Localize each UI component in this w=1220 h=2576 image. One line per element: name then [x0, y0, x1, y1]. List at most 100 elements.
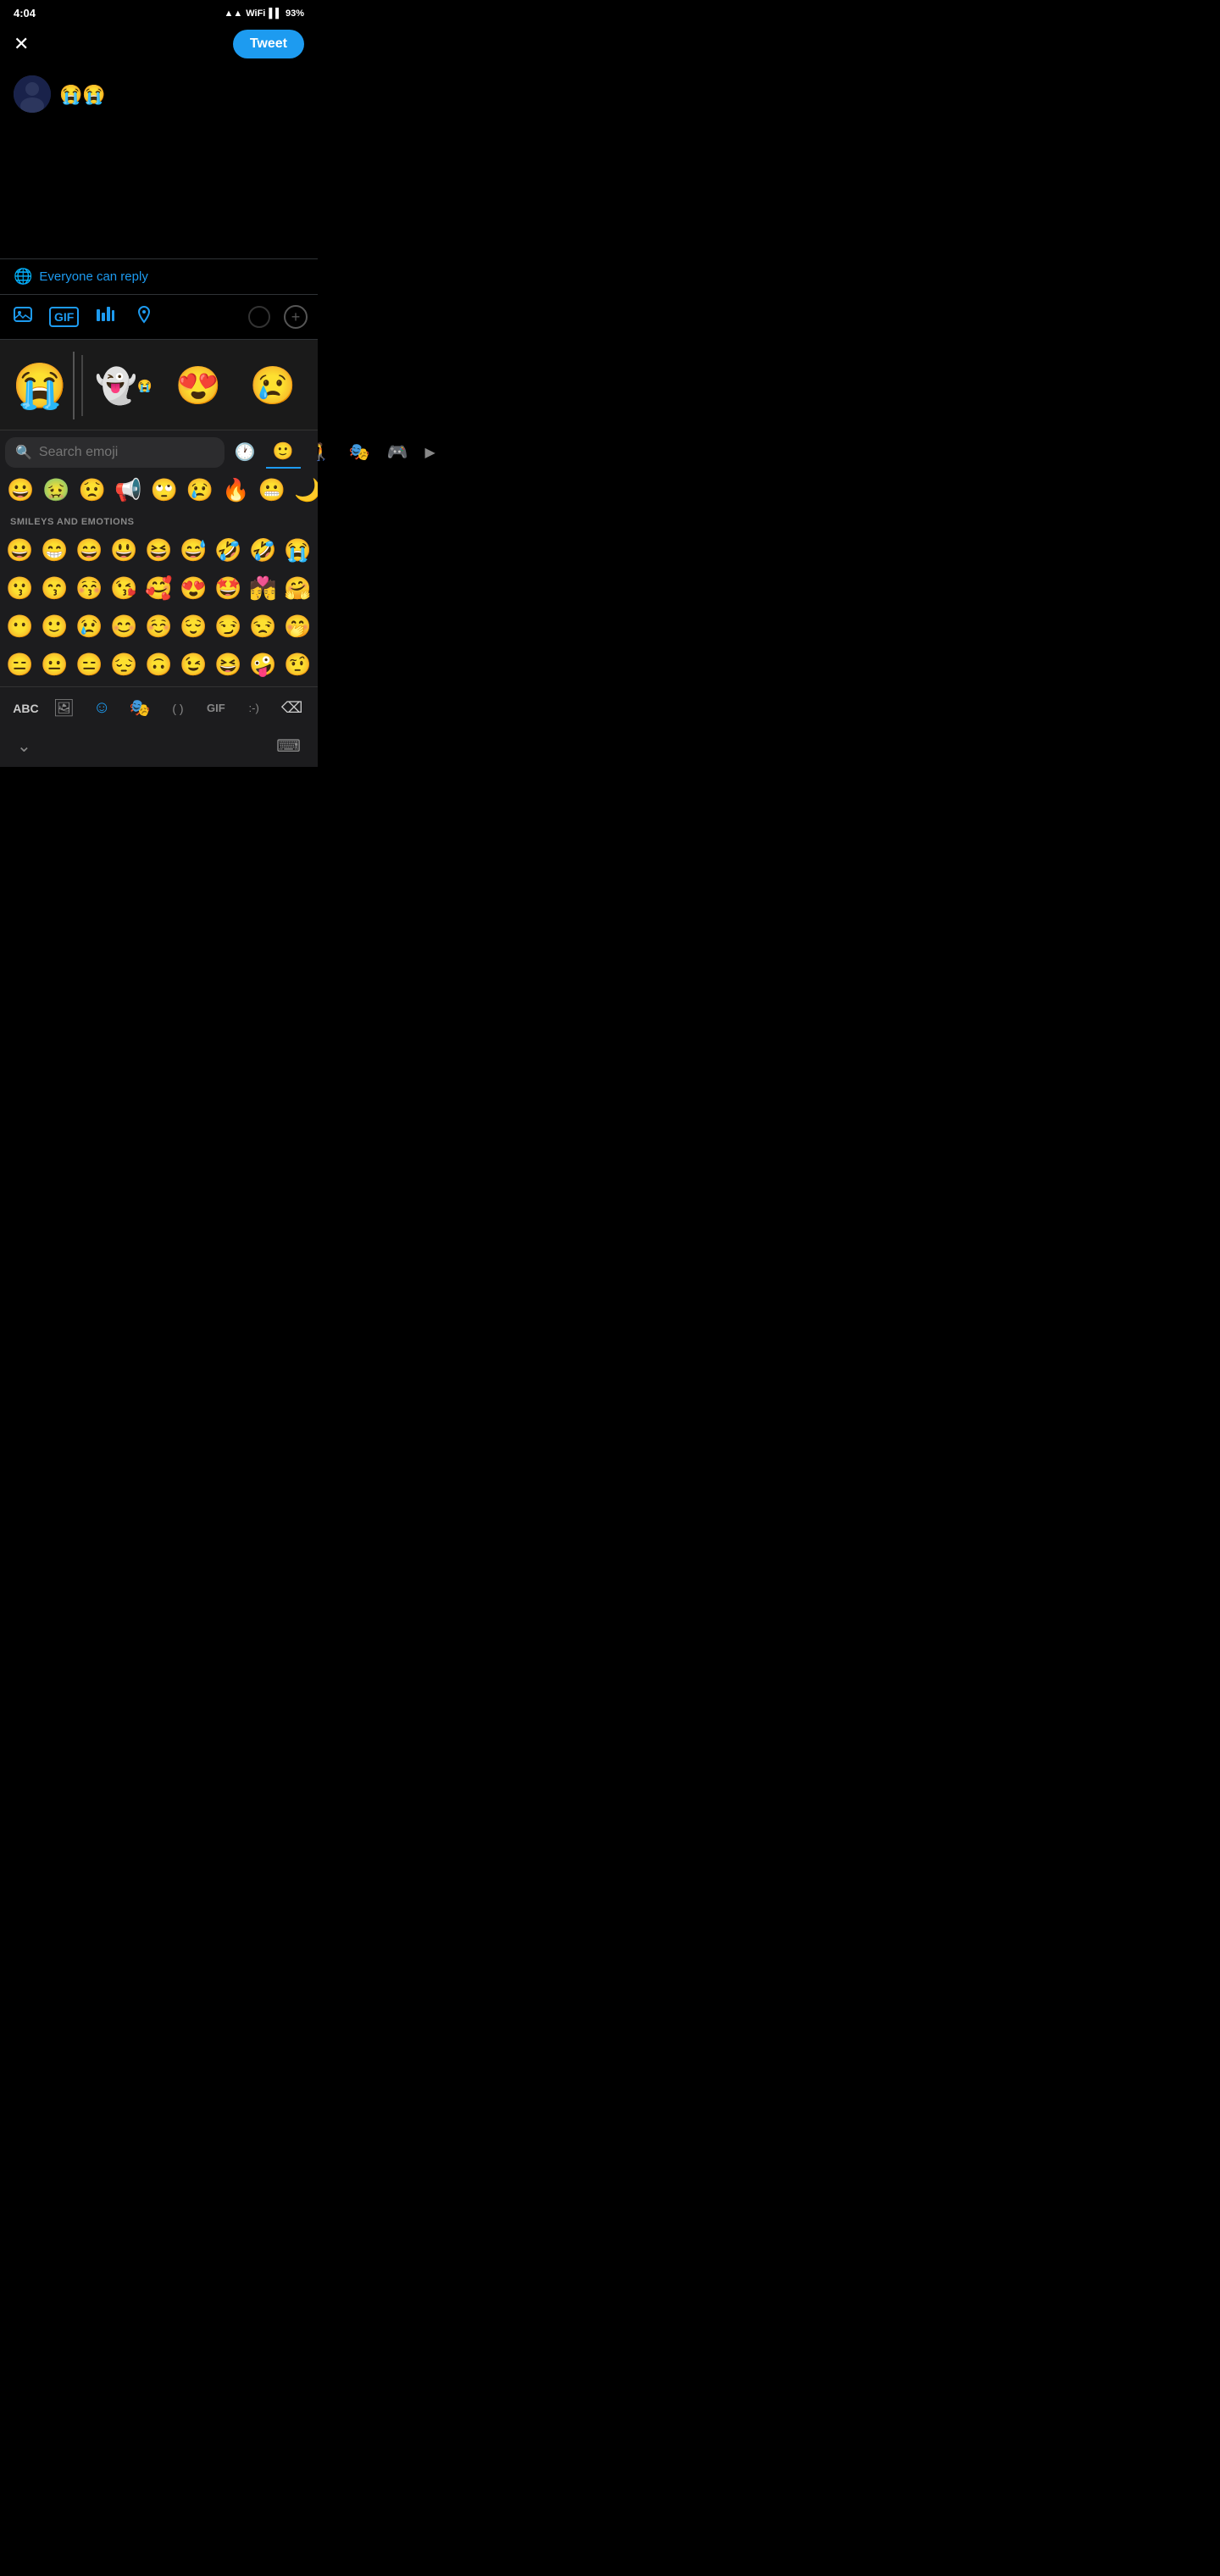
recent-emoji-3[interactable]: 😟: [75, 474, 109, 507]
emoji-search-input[interactable]: [39, 445, 214, 460]
emoji-sticker-panel: 😭 👻😭 😍 😢 😡: [0, 340, 318, 430]
recent-emoji-4[interactable]: 📢: [111, 474, 145, 507]
recent-emoji-7[interactable]: 🔥: [219, 474, 252, 507]
sticker-heart-eyes-crying[interactable]: 😍: [164, 352, 232, 419]
emoji-squinting[interactable]: 😆: [212, 647, 245, 683]
tab-more[interactable]: ▶: [418, 439, 441, 466]
emoji-wink[interactable]: 😉: [177, 647, 210, 683]
emoji-category-label: SMILEYS AND EMOTIONS: [0, 512, 318, 529]
compose-toolbar: GIF +: [0, 295, 318, 340]
search-icon: 🔍: [15, 444, 32, 461]
keyboard-bottom-toolbar: ABC 🖼 ☺ 🎭 ( ) GIF :-) ⌫: [0, 686, 318, 729]
poll-button[interactable]: [92, 302, 118, 332]
status-icons: ▲▲ WiFi ▌▌ 93%: [224, 8, 304, 19]
emoji-hand-mouth[interactable]: 🤭: [281, 608, 314, 645]
emoji-rolling-laugh[interactable]: 🤣: [247, 532, 280, 569]
emoji-zany[interactable]: 🤪: [247, 647, 280, 683]
emoji-smirk[interactable]: 😏: [212, 608, 245, 645]
gif-label-button[interactable]: GIF: [197, 697, 235, 719]
location-button[interactable]: [131, 302, 157, 332]
tweet-text[interactable]: 😭😭: [59, 82, 304, 108]
emoji-grid: 😀 😁 😄 😃 😆 😅 🤣 🤣 😭 😗 😙 😚 😘 🥰 😍 🤩 💏 🤗 😶 🙂 …: [0, 529, 318, 686]
emoji-star-struck[interactable]: 🤩: [212, 570, 245, 607]
delete-button[interactable]: ⌫: [273, 694, 311, 722]
sticker-row: 😭 👻😭 😍 😢 😡: [7, 348, 311, 423]
emoji-slightly-smiling[interactable]: 🙂: [38, 608, 71, 645]
gif-kb-button[interactable]: 🎭: [121, 692, 159, 724]
tab-activities[interactable]: 🎭: [342, 436, 377, 468]
emoji-hugging[interactable]: 🤗: [281, 570, 314, 607]
emoji-cry-tear[interactable]: 😢: [73, 608, 106, 645]
emoji-keyboard: 🔍 🕐 🙂 🚶 🎭 🎮 ▶ 😀 🤢 😟 📢 🙄 😢 🔥 😬 🌙 SMILEYS …: [0, 430, 318, 729]
tab-smileys[interactable]: 🙂: [266, 436, 301, 469]
recent-emoji-6[interactable]: 😢: [183, 474, 217, 507]
tab-objects[interactable]: 🎮: [380, 436, 415, 468]
recent-emoji-8[interactable]: 😬: [255, 474, 289, 507]
emoji-smiling-hearts[interactable]: 🥰: [142, 570, 175, 607]
tab-people[interactable]: 🚶: [304, 436, 339, 468]
tweet-content[interactable]: 😭😭: [59, 75, 304, 113]
recent-emoji-5[interactable]: 🙄: [147, 474, 181, 507]
emoji-squint-laugh[interactable]: 😆: [142, 532, 175, 569]
status-time: 4:04: [14, 7, 36, 19]
emoji-no-mouth[interactable]: 😶: [3, 608, 36, 645]
emoji-couple-kiss[interactable]: 💏: [247, 570, 280, 607]
emoji-beaming[interactable]: 😁: [38, 532, 71, 569]
recent-emoji-1[interactable]: 😀: [3, 474, 37, 507]
image-button[interactable]: [10, 302, 36, 332]
emoji-search-bar[interactable]: 🔍: [5, 437, 225, 468]
battery-icon: 93%: [286, 8, 304, 19]
emoji-pensive[interactable]: 😔: [108, 647, 141, 683]
emoji-big-grin[interactable]: 😃: [108, 532, 141, 569]
reply-setting-text: Everyone can reply: [39, 269, 147, 284]
emoji-unamused[interactable]: 😒: [247, 608, 280, 645]
bottom-bar: ⌄ ⌨: [0, 729, 318, 767]
signal-icon: ▌▌: [269, 8, 282, 19]
emoticon-button[interactable]: :-): [235, 697, 273, 719]
emoji-expressionless[interactable]: 😑: [3, 647, 36, 683]
emoji-relieved[interactable]: 😌: [177, 608, 210, 645]
gif-button[interactable]: GIF: [49, 307, 79, 327]
sticker-ghost-crying[interactable]: 👻😭: [90, 352, 158, 419]
compose-space[interactable]: [0, 123, 318, 258]
emoji-smiling[interactable]: 😊: [108, 608, 141, 645]
reply-setting[interactable]: 🌐 Everyone can reply: [0, 258, 318, 295]
emoji-grin[interactable]: 😄: [73, 532, 106, 569]
network-icon: ▲▲: [224, 8, 242, 19]
emoji-kb-button[interactable]: ☺: [83, 693, 121, 723]
collapse-button[interactable]: ⌄: [17, 736, 31, 757]
emoji-expressionless2[interactable]: 😑: [73, 647, 106, 683]
recent-emoji-row: 😀 🤢 😟 📢 🙄 😢 🔥 😬 🌙: [0, 469, 318, 512]
sticker-kb-button[interactable]: 🖼: [45, 692, 83, 724]
emoji-kissing-closed[interactable]: 😚: [73, 570, 106, 607]
emoji-loudly-crying[interactable]: 😭: [281, 532, 314, 569]
emoji-raised-eyebrow[interactable]: 🤨: [281, 647, 314, 683]
emoji-grinning[interactable]: 😀: [3, 532, 36, 569]
wifi-icon: WiFi: [246, 8, 265, 19]
emoji-kissing[interactable]: 😗: [3, 570, 36, 607]
emoji-neutral[interactable]: 😐: [38, 647, 71, 683]
abc-button[interactable]: ABC: [7, 697, 45, 720]
emoji-kissing-smile[interactable]: 😙: [38, 570, 71, 607]
keyboard-icon[interactable]: ⌨: [276, 736, 301, 757]
char-count-circle: [248, 306, 270, 328]
avatar-image: [14, 75, 51, 113]
compose-area: 😭😭: [0, 65, 318, 123]
close-button[interactable]: ✕: [14, 33, 29, 55]
emoji-heart-eyes[interactable]: 😍: [177, 570, 210, 607]
recent-emoji-9[interactable]: 🌙: [291, 474, 318, 507]
sticker-sad-crying[interactable]: 😢: [239, 352, 307, 419]
emoji-upside-down[interactable]: 🙃: [142, 647, 175, 683]
sticker-crying[interactable]: 😭: [7, 352, 75, 419]
recent-emoji-2[interactable]: 🤢: [39, 474, 73, 507]
kaomoji-button[interactable]: ( ): [159, 697, 197, 720]
tab-recent[interactable]: 🕐: [228, 436, 263, 468]
emoji-rofl[interactable]: 🤣: [212, 532, 245, 569]
add-content-button[interactable]: +: [284, 305, 308, 329]
avatar: [14, 75, 51, 113]
status-bar: 4:04 ▲▲ WiFi ▌▌ 93%: [0, 0, 318, 23]
emoji-blowing-kiss[interactable]: 😘: [108, 570, 141, 607]
emoji-relaxed[interactable]: ☺️: [142, 608, 175, 645]
emoji-sweat-laugh[interactable]: 😅: [177, 532, 210, 569]
tweet-button[interactable]: Tweet: [233, 30, 304, 58]
